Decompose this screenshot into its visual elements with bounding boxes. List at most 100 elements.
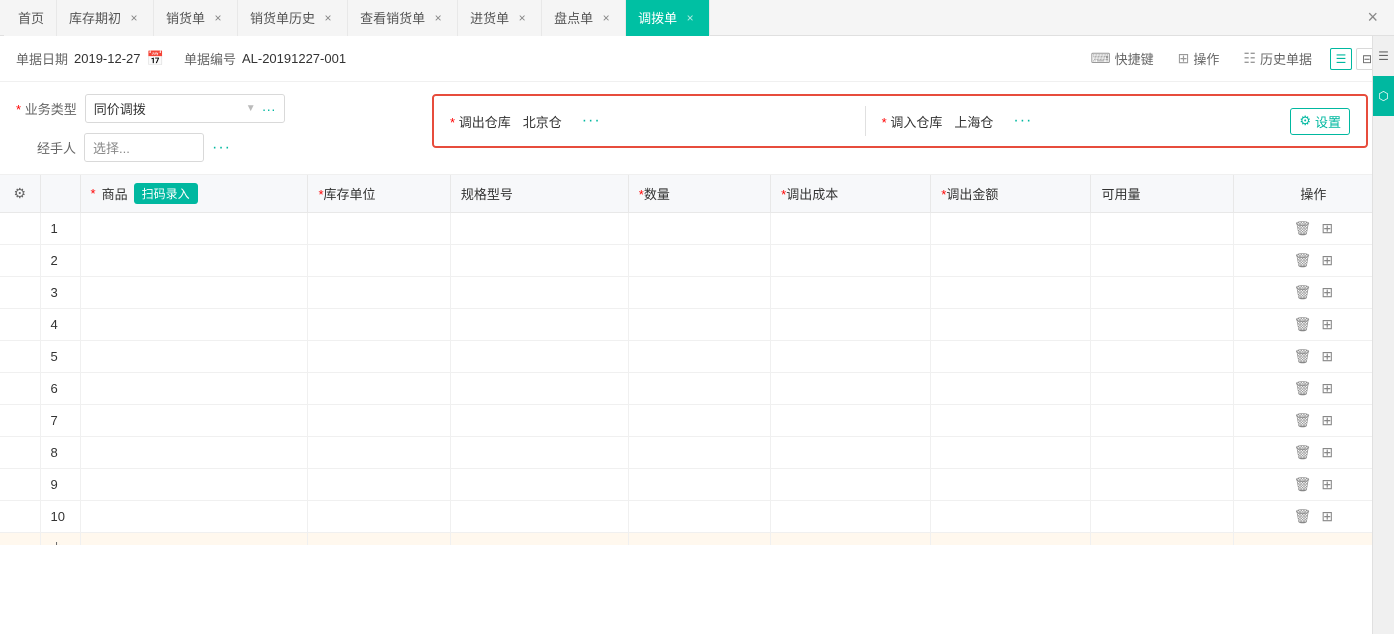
row-amount[interactable] (931, 213, 1091, 245)
row-index: 5 (40, 341, 80, 373)
row-cost[interactable] (771, 437, 931, 469)
row-product[interactable] (80, 373, 308, 405)
row-qty[interactable] (628, 341, 770, 373)
row-copy-icon[interactable]: ⊞ (1321, 380, 1333, 397)
row-copy-icon[interactable]: ⊞ (1321, 444, 1333, 461)
row-delete-icon[interactable]: 🗑 (1294, 316, 1312, 333)
tab-bar-close-all[interactable]: × (1355, 7, 1390, 28)
row-product[interactable] (80, 501, 308, 533)
tab-transfer[interactable]: 调拨单 × (626, 0, 710, 36)
row-product[interactable] (80, 469, 308, 501)
row-copy-icon[interactable]: ⊞ (1321, 252, 1333, 269)
row-copy-icon[interactable]: ⊞ (1321, 316, 1333, 333)
row-amount[interactable] (931, 501, 1091, 533)
tab-home[interactable]: 首页 (4, 0, 57, 36)
row-copy-icon[interactable]: ⊞ (1321, 508, 1333, 525)
row-delete-icon[interactable]: 🗑 (1294, 380, 1312, 397)
row-cost[interactable] (771, 405, 931, 437)
row-amount[interactable] (931, 405, 1091, 437)
tab-sales-history-close[interactable]: × (321, 11, 335, 25)
warehouse-in-value: 上海仓 (954, 112, 993, 131)
row-amount[interactable] (931, 277, 1091, 309)
row-delete-icon[interactable]: 🗑 (1294, 412, 1312, 429)
row-cost[interactable] (771, 341, 931, 373)
row-delete-icon[interactable]: 🗑 (1294, 220, 1312, 237)
sidebar-note-icon[interactable]: ☰ (1373, 36, 1394, 76)
row-product[interactable] (80, 245, 308, 277)
row-qty[interactable] (628, 213, 770, 245)
row-unit (308, 501, 450, 533)
row-copy-icon[interactable]: ⊞ (1321, 476, 1333, 493)
tab-purchase[interactable]: 进货单 × (458, 0, 542, 36)
row-copy-icon[interactable]: ⊞ (1321, 412, 1333, 429)
row-product[interactable] (80, 405, 308, 437)
row-delete-icon[interactable]: 🗑 (1294, 444, 1312, 461)
row-cost[interactable] (771, 373, 931, 405)
tab-view-sales-close[interactable]: × (431, 11, 445, 25)
biz-type-select[interactable]: 同价调拨 ▼ ··· (85, 94, 285, 123)
shortcut-btn[interactable]: ⌨ 快捷键 (1084, 46, 1159, 71)
row-qty[interactable] (628, 501, 770, 533)
row-cost[interactable] (771, 213, 931, 245)
row-qty[interactable] (628, 309, 770, 341)
row-amount[interactable] (931, 373, 1091, 405)
tab-stocktake-close[interactable]: × (599, 11, 613, 25)
handler-more-icon[interactable]: ··· (212, 139, 231, 157)
row-qty[interactable] (628, 245, 770, 277)
warehouse-settings-btn[interactable]: ⚙ 设置 (1290, 108, 1350, 135)
row-copy-icon[interactable]: ⊞ (1321, 284, 1333, 301)
row-product[interactable] (80, 341, 308, 373)
row-delete-icon[interactable]: 🗑 (1294, 476, 1312, 493)
row-product[interactable] (80, 437, 308, 469)
row-copy-icon[interactable]: ⊞ (1321, 348, 1333, 365)
row-cost[interactable] (771, 501, 931, 533)
row-cost[interactable] (771, 469, 931, 501)
warehouse-in-more-icon[interactable]: ··· (1013, 112, 1032, 130)
tab-inventory-init-close[interactable]: × (127, 11, 141, 25)
layout-list-icon[interactable]: ☰ (1330, 48, 1352, 70)
row-amount[interactable] (931, 309, 1091, 341)
row-amount[interactable] (931, 437, 1091, 469)
sidebar-expand-icon[interactable]: ⬡ (1373, 76, 1394, 116)
row-qty[interactable] (628, 437, 770, 469)
row-qty[interactable] (628, 405, 770, 437)
number-value: AL-20191227-001 (242, 51, 346, 66)
row-amount[interactable] (931, 341, 1091, 373)
history-btn[interactable]: ☷ 历史单据 (1237, 46, 1318, 71)
row-qty[interactable] (628, 469, 770, 501)
warehouse-out-more-icon[interactable]: ··· (582, 112, 601, 130)
tab-sales-order-close[interactable]: × (211, 11, 225, 25)
row-amount[interactable] (931, 469, 1091, 501)
row-cost[interactable] (771, 309, 931, 341)
scan-input-btn[interactable]: 扫码录入 (134, 183, 198, 204)
row-spec (450, 341, 628, 373)
row-qty[interactable] (628, 373, 770, 405)
tab-purchase-close[interactable]: × (515, 11, 529, 25)
tab-transfer-close[interactable]: × (683, 11, 697, 25)
row-amount[interactable] (931, 245, 1091, 277)
row-delete-icon[interactable]: 🗑 (1294, 284, 1312, 301)
tab-inventory-init[interactable]: 库存期初 × (57, 0, 154, 36)
tab-stocktake[interactable]: 盘点单 × (542, 0, 626, 36)
row-product[interactable] (80, 213, 308, 245)
operation-btn[interactable]: ⊞ 操作 (1172, 46, 1226, 71)
row-product[interactable] (80, 309, 308, 341)
subtotal-index: 小计 (40, 533, 80, 546)
tab-view-sales[interactable]: 查看销货单 × (348, 0, 458, 36)
row-copy-icon[interactable]: ⊞ (1321, 220, 1333, 237)
handler-input[interactable]: 选择... (84, 133, 204, 162)
row-cost[interactable] (771, 245, 931, 277)
tab-sales-order[interactable]: 销货单 × (154, 0, 238, 36)
calendar-icon[interactable]: 📅 (147, 50, 164, 67)
row-cost[interactable] (771, 277, 931, 309)
row-qty[interactable] (628, 277, 770, 309)
row-delete-icon[interactable]: 🗑 (1294, 348, 1312, 365)
row-product[interactable] (80, 277, 308, 309)
row-delete-icon[interactable]: 🗑 (1294, 508, 1312, 525)
row-unit (308, 309, 450, 341)
tab-sales-history[interactable]: 销货单历史 × (238, 0, 348, 36)
column-settings-icon[interactable]: ⚙ (10, 185, 30, 202)
biz-type-more[interactable]: ··· (262, 101, 276, 117)
row-delete-icon[interactable]: 🗑 (1294, 252, 1312, 269)
settings-label: 设置 (1315, 112, 1341, 131)
